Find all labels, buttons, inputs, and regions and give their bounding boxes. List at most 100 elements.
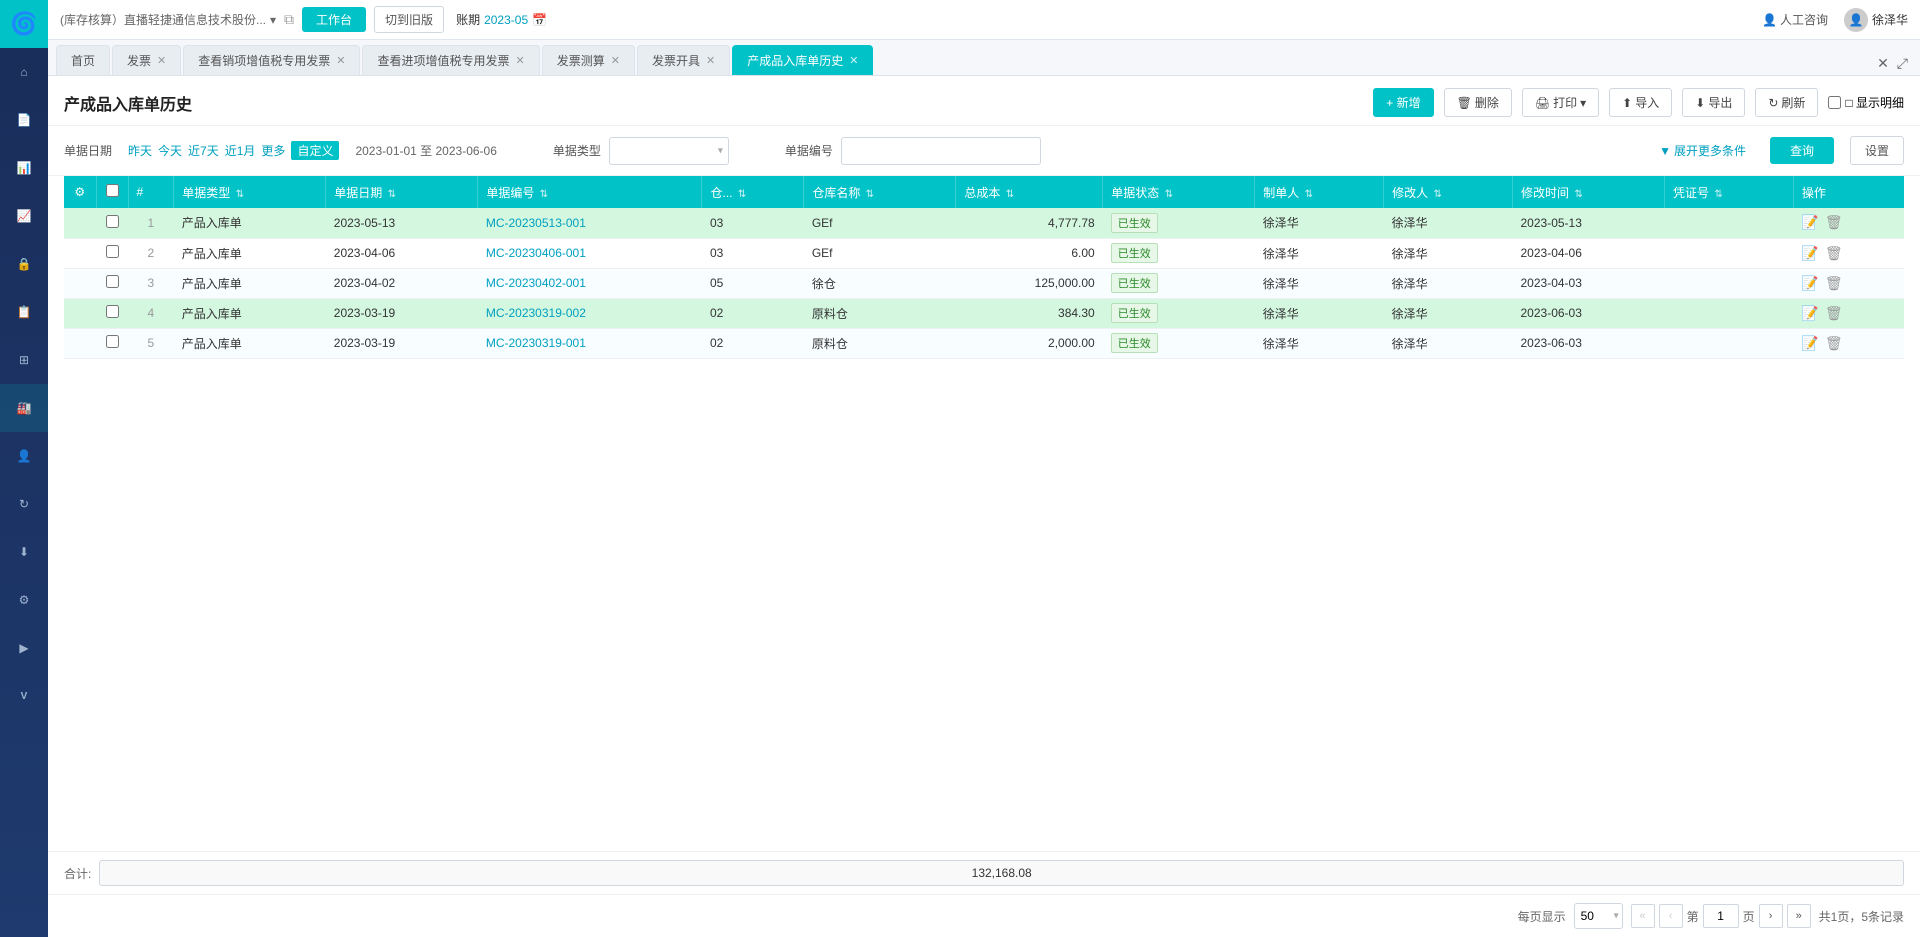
tab-home[interactable]: 首页 — [56, 45, 110, 75]
row-number-link[interactable]: MC-20230319-001 — [486, 336, 586, 350]
shortcut-7days[interactable]: 近7天 — [188, 142, 219, 159]
tab-invoice-open[interactable]: 发票开具 ✕ — [637, 45, 730, 75]
tab-check-sales-vat[interactable]: 查看销项增值税专用发票 ✕ — [183, 45, 360, 75]
row-number[interactable]: MC-20230319-002 — [478, 298, 702, 328]
workbench-button[interactable]: 工作台 — [302, 7, 366, 32]
search-button[interactable]: 查询 — [1770, 137, 1834, 164]
th-status[interactable]: 单据状态 ⇅ — [1103, 176, 1255, 208]
sidebar-item-invoice[interactable]: 📄 — [0, 96, 48, 144]
support-link[interactable]: 👤 人工咨询 — [1762, 11, 1828, 28]
tab-restore-icon[interactable]: ⤢ — [1897, 55, 1908, 72]
new-button[interactable]: + 新增 — [1373, 88, 1433, 117]
sidebar-item-security[interactable]: 🔒 — [0, 240, 48, 288]
import-button[interactable]: ⬆ 导入 — [1609, 88, 1672, 117]
company-dropdown-icon[interactable]: ▾ — [270, 13, 276, 27]
edit-action-icon[interactable]: 📝 — [1801, 245, 1818, 262]
export-button[interactable]: ⬇ 导出 — [1682, 88, 1745, 117]
row-checkbox[interactable] — [96, 268, 128, 298]
th-modify-time[interactable]: 修改时间 ⇅ — [1513, 176, 1665, 208]
refresh-button[interactable]: ↻ 刷新 — [1755, 88, 1818, 117]
row-number-link[interactable]: MC-20230406-001 — [486, 246, 586, 260]
copy-icon[interactable]: ⧉ — [284, 11, 294, 28]
edit-action-icon[interactable]: 📝 — [1801, 214, 1818, 231]
th-settings[interactable]: ⚙ — [64, 176, 96, 208]
row-number-link[interactable]: MC-20230513-001 — [486, 216, 586, 230]
row-number[interactable]: MC-20230513-001 — [478, 208, 702, 238]
row-number-link[interactable]: MC-20230402-001 — [486, 276, 586, 290]
delete-action-icon[interactable]: 🗑 — [1825, 214, 1843, 231]
settings-filter-button[interactable]: 设置 — [1850, 136, 1904, 165]
th-total-cost[interactable]: 总成本 ⇅ — [956, 176, 1103, 208]
tab-product-warehouse-history-close[interactable]: ✕ — [849, 54, 858, 67]
th-type[interactable]: 单据类型 ⇅ — [174, 176, 326, 208]
tab-invoice-open-close[interactable]: ✕ — [706, 54, 715, 67]
th-number[interactable]: 单据编号 ⇅ — [478, 176, 702, 208]
th-voucher[interactable]: 凭证号 ⇅ — [1665, 176, 1794, 208]
sidebar-item-user[interactable]: 👤 — [0, 432, 48, 480]
prev-page-button[interactable]: ‹ — [1659, 904, 1683, 928]
sidebar-item-play[interactable]: ▶ — [0, 624, 48, 672]
sidebar-item-warehouse[interactable]: 🏭 — [0, 384, 48, 432]
shortcut-custom[interactable]: 自定义 — [291, 141, 339, 160]
delete-action-icon[interactable]: 🗑 — [1825, 275, 1843, 292]
delete-action-icon[interactable]: 🗑 — [1825, 245, 1843, 262]
row-select-checkbox[interactable] — [106, 275, 119, 288]
expand-more-btn[interactable]: ▼ 展开更多条件 — [1659, 142, 1746, 159]
show-detail-toggle[interactable]: □ 显示明细 — [1828, 94, 1904, 111]
edit-action-icon[interactable]: 📝 — [1801, 305, 1818, 322]
row-checkbox[interactable] — [96, 328, 128, 358]
row-select-checkbox[interactable] — [106, 335, 119, 348]
row-checkbox[interactable] — [96, 298, 128, 328]
th-modifier[interactable]: 修改人 ⇅ — [1384, 176, 1513, 208]
tab-invoice-calc-close[interactable]: ✕ — [611, 54, 620, 67]
edit-action-icon[interactable]: 📝 — [1801, 275, 1818, 292]
period-calendar-icon[interactable]: 📅 — [532, 13, 547, 27]
shortcut-1month[interactable]: 近1月 — [225, 142, 256, 159]
tab-invoice[interactable]: 发票 ✕ — [112, 45, 181, 75]
tab-close-all-icon[interactable]: ✕ — [1877, 55, 1889, 72]
th-warehouse-name[interactable]: 仓库名称 ⇅ — [804, 176, 956, 208]
row-select-checkbox[interactable] — [106, 245, 119, 258]
tab-check-sales-vat-close[interactable]: ✕ — [336, 54, 345, 67]
delete-action-icon[interactable]: 🗑 — [1825, 305, 1843, 322]
sidebar-item-refresh[interactable]: ↻ — [0, 480, 48, 528]
shortcut-yesterday[interactable]: 昨天 — [128, 142, 152, 159]
tab-product-warehouse-history[interactable]: 产成品入库单历史 ✕ — [732, 45, 873, 75]
show-detail-checkbox[interactable] — [1828, 96, 1841, 109]
print-button[interactable]: 🖨 打印 ▾ — [1522, 88, 1599, 117]
edit-action-icon[interactable]: 📝 — [1801, 335, 1818, 352]
sidebar-item-chart[interactable]: 📈 — [0, 192, 48, 240]
per-page-select[interactable]: 20 50 100 — [1574, 903, 1623, 929]
row-number[interactable]: MC-20230406-001 — [478, 238, 702, 268]
sidebar-item-settings[interactable]: ⚙ — [0, 576, 48, 624]
select-all-checkbox[interactable] — [106, 184, 119, 197]
sidebar-item-download[interactable]: ⬇ — [0, 528, 48, 576]
row-number[interactable]: MC-20230402-001 — [478, 268, 702, 298]
sidebar-item-version[interactable]: V — [0, 672, 48, 720]
tab-invoice-close[interactable]: ✕ — [157, 54, 166, 67]
type-select[interactable]: 产品入库单 — [609, 137, 729, 165]
row-checkbox[interactable] — [96, 208, 128, 238]
sidebar-item-analytics[interactable]: 📊 — [0, 144, 48, 192]
row-select-checkbox[interactable] — [106, 305, 119, 318]
th-creator[interactable]: 制单人 ⇅ — [1255, 176, 1384, 208]
sidebar-item-home[interactable]: ⌂ — [0, 48, 48, 96]
last-page-button[interactable]: » — [1787, 904, 1811, 928]
cut-to-old-button[interactable]: 切到旧版 — [374, 6, 444, 33]
sidebar-item-grid[interactable]: ⊞ — [0, 336, 48, 384]
row-number-link[interactable]: MC-20230319-002 — [486, 306, 586, 320]
delete-action-icon[interactable]: 🗑 — [1825, 335, 1843, 352]
tab-check-purchase-vat-close[interactable]: ✕ — [516, 54, 525, 67]
tab-check-purchase-vat[interactable]: 查看进项增值税专用发票 ✕ — [362, 45, 539, 75]
th-warehouse-code[interactable]: 仓... ⇅ — [702, 176, 804, 208]
page-number-input[interactable] — [1703, 904, 1739, 928]
delete-button[interactable]: 🗑 删除 — [1444, 88, 1512, 117]
tab-invoice-calc[interactable]: 发票测算 ✕ — [542, 45, 635, 75]
next-page-button[interactable]: › — [1759, 904, 1783, 928]
shortcut-more[interactable]: 更多 — [261, 142, 285, 159]
th-checkbox[interactable] — [96, 176, 128, 208]
sidebar-item-docs[interactable]: 📋 — [0, 288, 48, 336]
th-date[interactable]: 单据日期 ⇅ — [326, 176, 478, 208]
shortcut-today[interactable]: 今天 — [158, 142, 182, 159]
row-select-checkbox[interactable] — [106, 215, 119, 228]
